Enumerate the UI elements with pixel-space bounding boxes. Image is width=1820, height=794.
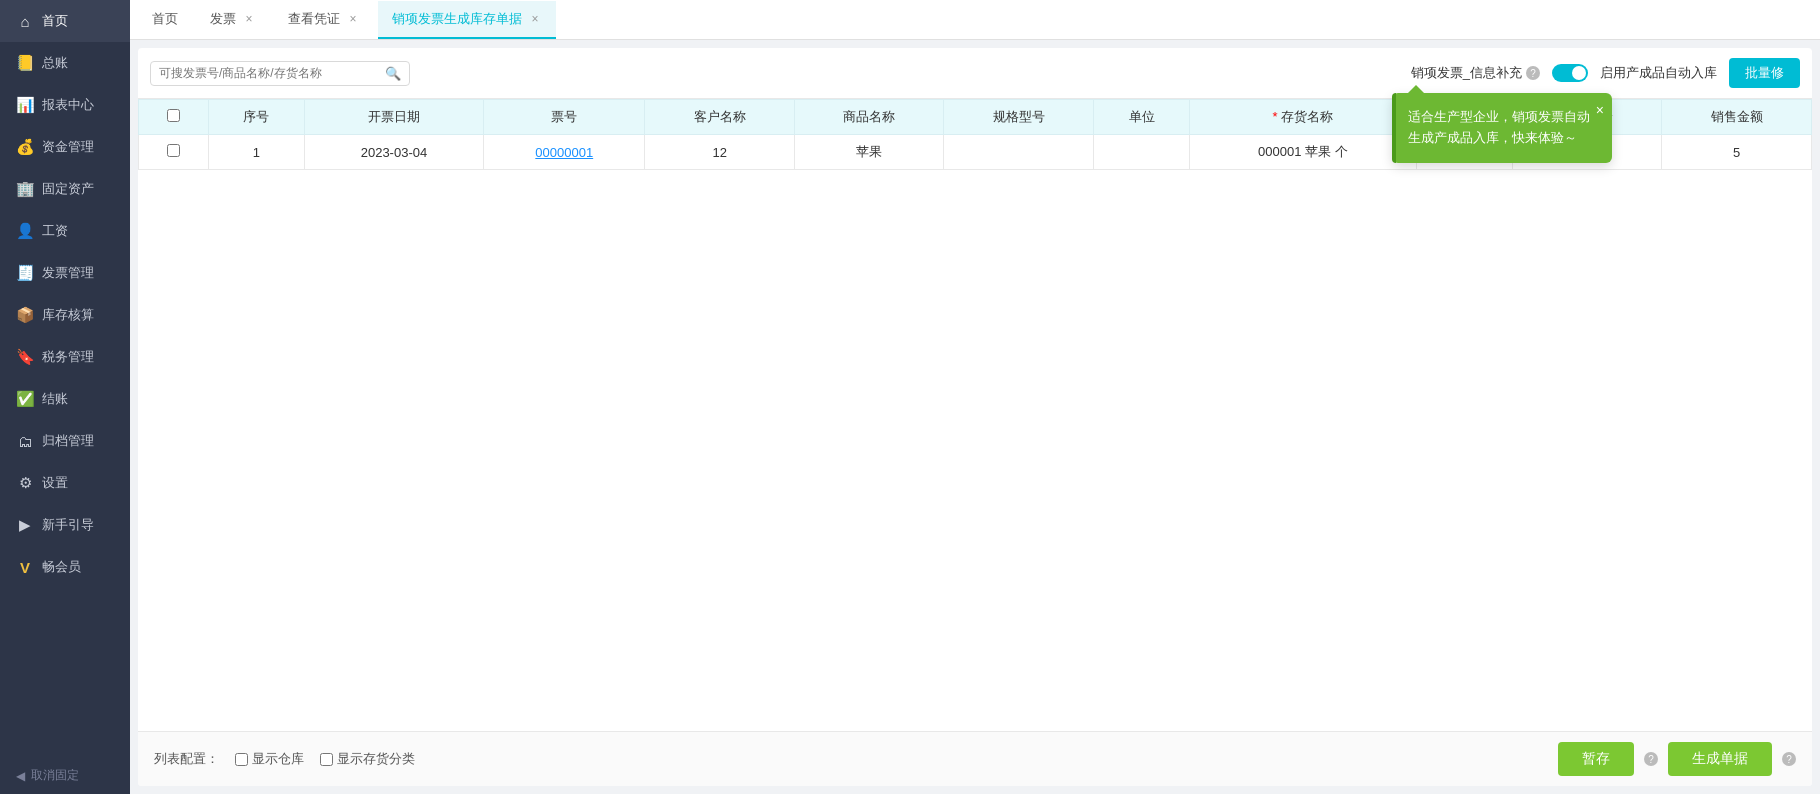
tax-icon: 🔖 [16, 348, 34, 366]
row-spec [944, 135, 1093, 170]
vip-icon: V [16, 559, 34, 576]
sidebar-item-ledger[interactable]: 📒 总账 [0, 42, 130, 84]
generate-help-icon[interactable]: ? [1782, 752, 1796, 766]
sidebar-item-fixed-assets[interactable]: 🏢 固定资产 [0, 168, 130, 210]
invoice-number-link[interactable]: 00000001 [535, 145, 593, 160]
row-customer: 12 [645, 135, 794, 170]
table-wrapper: 序号 开票日期 票号 客户名称 商品名称 规格型号 单位 * 存货名称 数量 销… [138, 99, 1812, 731]
row-unit [1093, 135, 1189, 170]
sidebar-item-vip[interactable]: V 畅会员 [0, 546, 130, 588]
home-icon: ⌂ [16, 13, 34, 30]
pin-icon: ◀ [16, 769, 25, 783]
close-invoice-tab-button[interactable]: × [242, 12, 256, 26]
funds-icon: 💰 [16, 138, 34, 156]
th-date: 开票日期 [304, 100, 483, 135]
row-seq: 1 [208, 135, 304, 170]
th-customer: 客户名称 [645, 100, 794, 135]
sidebar-item-tax[interactable]: 🔖 税务管理 [0, 336, 130, 378]
close-accounts-icon: ✅ [16, 390, 34, 408]
tab-bar: 首页 发票 × 查看凭证 × 销项发票生成库存单据 × [130, 0, 1820, 40]
row-amount: 5 [1662, 135, 1812, 170]
batch-modify-button[interactable]: 批量修 [1729, 58, 1800, 88]
row-product: 苹果 [794, 135, 943, 170]
th-unit: 单位 [1093, 100, 1189, 135]
bottom-right-actions: 暂存 ? 生成单据 ? [1558, 742, 1796, 776]
tab-home[interactable]: 首页 [138, 1, 192, 39]
th-checkbox [139, 100, 209, 135]
pin-toggle[interactable]: ◀ 取消固定 [0, 757, 130, 794]
show-category-checkbox-label[interactable]: 显示存货分类 [320, 750, 415, 768]
list-config-label: 列表配置： [154, 750, 219, 768]
tooltip-close-button[interactable]: × [1596, 99, 1604, 121]
row-checkbox [139, 135, 209, 170]
show-warehouse-checkbox-label[interactable]: 显示仓库 [235, 750, 304, 768]
show-category-checkbox[interactable] [320, 753, 333, 766]
th-product: 商品名称 [794, 100, 943, 135]
toolbar: 🔍 销项发票_信息补充 ? 启用产成品自动入库 批量修 × 适合生产型企业，销项… [138, 48, 1812, 99]
reports-icon: 📊 [16, 96, 34, 114]
sidebar: ⌂ 首页 📒 总账 📊 报表中心 💰 资金管理 🏢 固定资产 👤 工资 🧾 发票… [0, 0, 130, 794]
ledger-icon: 📒 [16, 54, 34, 72]
tooltip-popup: × 适合生产型企业，销项发票自动生成产成品入库，快来体验～ [1392, 93, 1612, 163]
auto-warehouse-toggle[interactable] [1552, 64, 1588, 82]
row-select-checkbox[interactable] [167, 144, 180, 157]
tooltip-left-bar [1392, 93, 1396, 163]
sidebar-item-close[interactable]: ✅ 结账 [0, 378, 130, 420]
tab-view-voucher[interactable]: 查看凭证 × [274, 1, 374, 39]
sidebar-item-settings[interactable]: ⚙ 设置 [0, 462, 130, 504]
fixed-assets-icon: 🏢 [16, 180, 34, 198]
th-inventory: * 存货名称 [1190, 100, 1417, 135]
sidebar-item-guide[interactable]: ▶ 新手引导 [0, 504, 130, 546]
inventory-icon: 📦 [16, 306, 34, 324]
show-warehouse-checkbox[interactable] [235, 753, 248, 766]
bottom-bar: 列表配置： 显示仓库 显示存货分类 暂存 ? 生成单据 ? [138, 731, 1812, 786]
search-icon[interactable]: 🔍 [385, 66, 401, 81]
generate-button[interactable]: 生成单据 [1668, 742, 1772, 776]
sidebar-item-invoice-mgmt[interactable]: 🧾 发票管理 [0, 252, 130, 294]
archive-icon: 🗂 [16, 433, 34, 450]
main-content: 首页 发票 × 查看凭证 × 销项发票生成库存单据 × 🔍 销项发票_信息补充 [130, 0, 1820, 794]
tab-sales[interactable]: 销项发票生成库存单据 × [378, 1, 556, 39]
th-spec: 规格型号 [944, 100, 1093, 135]
hr-icon: 👤 [16, 222, 34, 240]
close-sales-tab-button[interactable]: × [528, 12, 542, 26]
sidebar-item-hr[interactable]: 👤 工资 [0, 210, 130, 252]
row-date: 2023-03-04 [304, 135, 483, 170]
sidebar-item-inventory[interactable]: 📦 库存核算 [0, 294, 130, 336]
search-input[interactable] [159, 66, 379, 80]
row-inventory[interactable]: 000001 苹果 个 [1190, 135, 1417, 170]
tab-invoice[interactable]: 发票 × [196, 1, 270, 39]
invoice-mgmt-icon: 🧾 [16, 264, 34, 282]
close-view-voucher-tab-button[interactable]: × [346, 12, 360, 26]
search-box[interactable]: 🔍 [150, 61, 410, 86]
toolbar-right: 销项发票_信息补充 ? 启用产成品自动入库 批量修 [1411, 58, 1800, 88]
info-help-icon[interactable]: ? [1526, 66, 1540, 80]
sidebar-item-archive[interactable]: 🗂 归档管理 [0, 420, 130, 462]
th-seq: 序号 [208, 100, 304, 135]
save-help-icon[interactable]: ? [1644, 752, 1658, 766]
select-all-checkbox[interactable] [167, 109, 180, 122]
info-label: 销项发票_信息补充 ? [1411, 64, 1540, 82]
sidebar-item-funds[interactable]: 💰 资金管理 [0, 126, 130, 168]
save-button[interactable]: 暂存 [1558, 742, 1634, 776]
guide-icon: ▶ [16, 516, 34, 534]
th-number: 票号 [484, 100, 645, 135]
page-content: 🔍 销项发票_信息补充 ? 启用产成品自动入库 批量修 × 适合生产型企业，销项… [138, 48, 1812, 786]
row-number[interactable]: 00000001 [484, 135, 645, 170]
sidebar-item-home[interactable]: ⌂ 首页 [0, 0, 130, 42]
toggle-label: 启用产成品自动入库 [1600, 64, 1717, 82]
sidebar-item-reports[interactable]: 📊 报表中心 [0, 84, 130, 126]
th-amount: 销售金额 [1662, 100, 1812, 135]
settings-icon: ⚙ [16, 474, 34, 492]
